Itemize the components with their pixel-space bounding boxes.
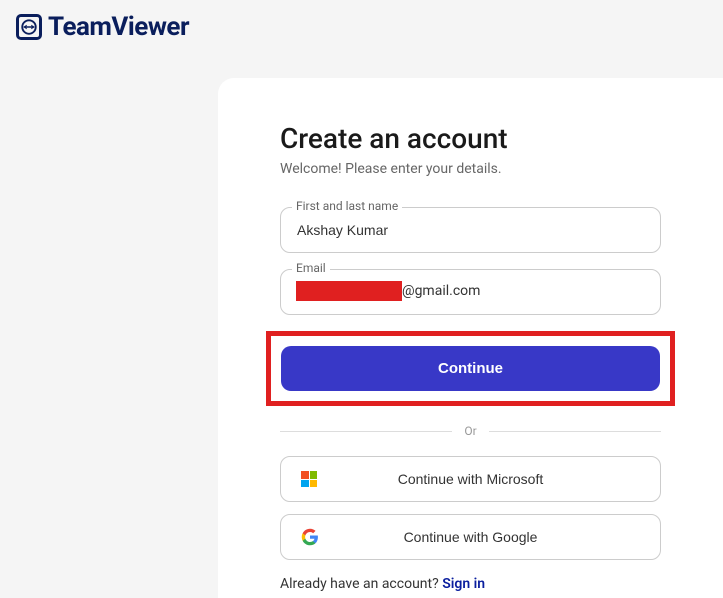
redacted-overlay (296, 281, 402, 301)
google-icon (301, 528, 319, 546)
google-button[interactable]: Continue with Google (280, 514, 661, 560)
divider-text: Or (452, 424, 488, 438)
continue-button[interactable]: Continue (281, 346, 660, 391)
logo-text: TeamViewer (48, 12, 189, 42)
microsoft-button[interactable]: Continue with Microsoft (280, 456, 661, 502)
microsoft-icon (301, 471, 317, 487)
name-input[interactable] (280, 207, 661, 253)
email-domain-text: @gmail.com (402, 283, 480, 299)
teamviewer-icon (16, 14, 42, 40)
signup-card: Create an account Welcome! Please enter … (218, 78, 723, 598)
name-field-wrapper: First and last name (280, 207, 661, 253)
page-title: Create an account (280, 122, 661, 155)
google-button-label: Continue with Google (404, 529, 538, 545)
page-subtitle: Welcome! Please enter your details. (280, 161, 661, 177)
signin-link[interactable]: Sign in (442, 576, 485, 592)
email-field-wrapper: Email @gmail.com (280, 269, 661, 315)
logo: TeamViewer (0, 0, 723, 54)
name-label: First and last name (292, 199, 402, 213)
highlight-annotation: Continue (266, 331, 675, 406)
email-label: Email (292, 261, 330, 275)
signin-row: Already have an account? Sign in (280, 576, 661, 592)
already-text: Already have an account? (280, 576, 442, 592)
divider: Or (280, 424, 661, 438)
microsoft-button-label: Continue with Microsoft (398, 471, 544, 487)
